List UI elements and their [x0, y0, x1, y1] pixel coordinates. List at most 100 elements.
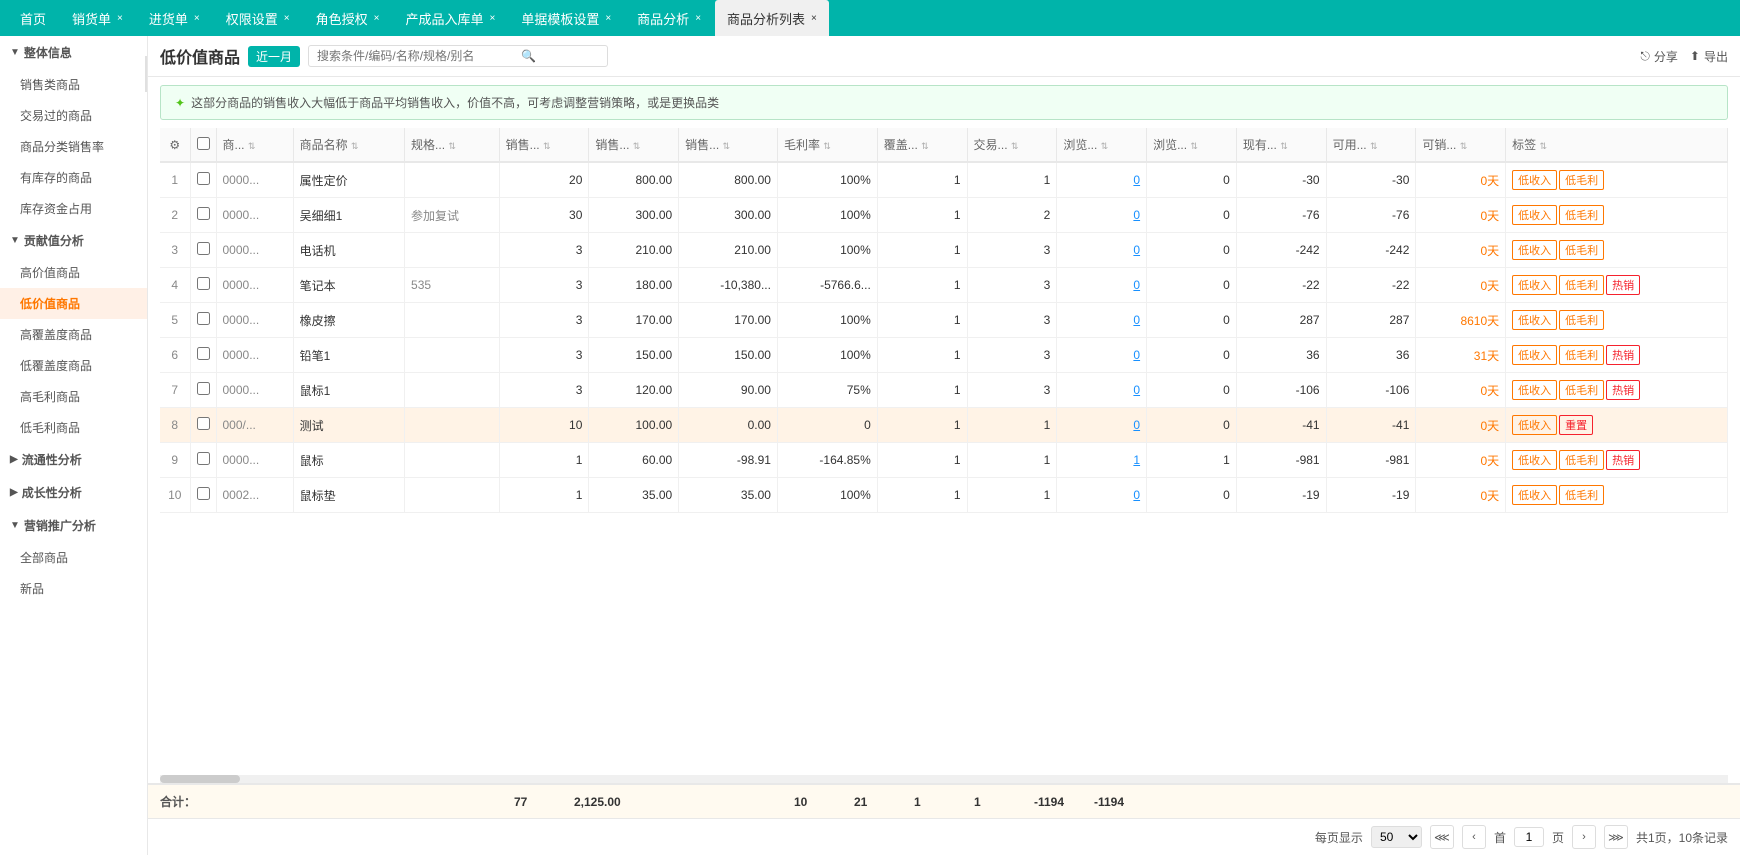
cell-browse1[interactable]: 0: [1057, 338, 1147, 373]
nav-goods-analysis-list[interactable]: 商品分析列表 ×: [715, 0, 829, 36]
cell-checkbox[interactable]: [190, 162, 216, 198]
nav-goods-analysis-list-close[interactable]: ×: [811, 13, 817, 24]
prev-page-btn[interactable]: ‹: [1462, 825, 1486, 849]
cell-checkbox[interactable]: [190, 443, 216, 478]
th-code[interactable]: 商... ⇅: [216, 128, 293, 162]
sidebar-item-high-value[interactable]: 高价值商品: [0, 257, 147, 288]
nav-product-warehouse-close[interactable]: ×: [489, 13, 495, 24]
row-checkbox[interactable]: [197, 207, 210, 220]
sidebar-item-category-sales-rate[interactable]: 商品分类销售率: [0, 131, 147, 162]
sidebar-item-high-margin[interactable]: 高毛利商品: [0, 381, 147, 412]
sidebar-item-sales-goods[interactable]: 销售类商品: [0, 69, 147, 100]
cell-checkbox[interactable]: [190, 408, 216, 443]
th-coverage[interactable]: 覆盖... ⇅: [877, 128, 967, 162]
table-row[interactable]: 5 0000... 橡皮擦 3 170.00 170.00 100% 1 3 0…: [160, 303, 1728, 338]
sidebar-item-traded-goods[interactable]: 交易过的商品: [0, 100, 147, 131]
sidebar-item-high-coverage[interactable]: 高覆盖度商品: [0, 319, 147, 350]
cell-checkbox[interactable]: [190, 303, 216, 338]
browse-link[interactable]: 0: [1133, 243, 1140, 257]
nav-purchase-close[interactable]: ×: [194, 13, 200, 24]
sidebar-group-circulation[interactable]: ▶ 流通性分析: [0, 443, 147, 476]
sidebar-item-low-margin[interactable]: 低毛利商品: [0, 412, 147, 443]
select-all-checkbox[interactable]: [197, 137, 210, 150]
cell-browse1[interactable]: 0: [1057, 198, 1147, 233]
page-input[interactable]: [1514, 827, 1544, 847]
row-checkbox[interactable]: [197, 347, 210, 360]
row-checkbox[interactable]: [197, 487, 210, 500]
th-settings[interactable]: ⚙: [160, 128, 190, 162]
th-qty[interactable]: 销售... ⇅: [499, 128, 589, 162]
cell-browse1[interactable]: 0: [1057, 162, 1147, 198]
sidebar-group-growth[interactable]: ▶ 成长性分析: [0, 476, 147, 509]
cell-browse1[interactable]: 1: [1057, 443, 1147, 478]
sidebar-item-low-coverage[interactable]: 低覆盖度商品: [0, 350, 147, 381]
th-checkbox[interactable]: [190, 128, 216, 162]
cell-checkbox[interactable]: [190, 338, 216, 373]
cell-checkbox[interactable]: [190, 233, 216, 268]
row-checkbox[interactable]: [197, 417, 210, 430]
scrollbar-thumb[interactable]: [160, 775, 240, 783]
sidebar-item-new-goods[interactable]: 新品: [0, 573, 147, 604]
cell-checkbox[interactable]: [190, 478, 216, 513]
table-row[interactable]: 1 0000... 属性定价 20 800.00 800.00 100% 1 1…: [160, 162, 1728, 198]
th-browse1[interactable]: 浏览... ⇅: [1057, 128, 1147, 162]
row-checkbox[interactable]: [197, 277, 210, 290]
browse-link[interactable]: 0: [1133, 348, 1140, 362]
export-button[interactable]: ⬆ 导出: [1690, 48, 1728, 65]
table-row[interactable]: 3 0000... 电话机 3 210.00 210.00 100% 1 3 0…: [160, 233, 1728, 268]
nav-permissions[interactable]: 权限设置 ×: [214, 0, 302, 36]
table-row[interactable]: 7 0000... 鼠标1 3 120.00 90.00 75% 1 3 0 0…: [160, 373, 1728, 408]
nav-sales[interactable]: 销货单 ×: [60, 0, 135, 36]
nav-goods-analysis-close[interactable]: ×: [695, 13, 701, 24]
nav-purchase[interactable]: 进货单 ×: [137, 0, 212, 36]
cell-browse1[interactable]: 0: [1057, 373, 1147, 408]
sidebar-item-inventory-funds[interactable]: 库存资金占用: [0, 193, 147, 224]
cell-browse1[interactable]: 0: [1057, 478, 1147, 513]
th-spec[interactable]: 规格... ⇅: [405, 128, 500, 162]
table-row[interactable]: 4 0000... 笔记本 535 3 180.00 -10,380... -5…: [160, 268, 1728, 303]
per-page-select[interactable]: 50 100: [1371, 826, 1422, 848]
search-box[interactable]: 🔍: [308, 45, 608, 67]
nav-product-warehouse[interactable]: 产成品入库单 ×: [393, 0, 507, 36]
sidebar-group-overall[interactable]: ▼ 整体信息: [0, 36, 147, 69]
date-badge[interactable]: 近一月: [248, 46, 300, 67]
browse-link[interactable]: 1: [1133, 453, 1140, 467]
nav-home[interactable]: 首页: [8, 0, 58, 36]
th-margin[interactable]: 毛利率 ⇅: [777, 128, 877, 162]
cell-browse1[interactable]: 0: [1057, 303, 1147, 338]
search-icon[interactable]: 🔍: [521, 49, 536, 63]
cell-checkbox[interactable]: [190, 373, 216, 408]
th-name[interactable]: 商品名称 ⇅: [293, 128, 404, 162]
table-row[interactable]: 2 0000... 吴细细1 参加复试 30 300.00 300.00 100…: [160, 198, 1728, 233]
th-days[interactable]: 可销... ⇅: [1416, 128, 1506, 162]
cell-browse1[interactable]: 0: [1057, 408, 1147, 443]
share-button[interactable]: ⎋ 分享: [1640, 48, 1678, 65]
browse-link[interactable]: 0: [1133, 313, 1140, 327]
th-avail[interactable]: 可用... ⇅: [1326, 128, 1416, 162]
sidebar-collapse-btn[interactable]: ‹‹: [145, 56, 148, 92]
sidebar-item-low-value[interactable]: 低价值商品: [0, 288, 147, 319]
browse-link[interactable]: 0: [1133, 418, 1140, 432]
next-page-btn[interactable]: ›: [1572, 825, 1596, 849]
nav-goods-analysis[interactable]: 商品分析 ×: [625, 0, 713, 36]
browse-link[interactable]: 0: [1133, 488, 1140, 502]
th-tags[interactable]: 标签 ⇅: [1506, 128, 1728, 162]
last-page-btn[interactable]: ⋙: [1604, 825, 1628, 849]
browse-link[interactable]: 0: [1133, 173, 1140, 187]
th-transaction[interactable]: 交易... ⇅: [967, 128, 1057, 162]
table-row[interactable]: 8 000/... 测试 10 100.00 0.00 0 1 1 0 0 -4…: [160, 408, 1728, 443]
browse-link[interactable]: 0: [1133, 278, 1140, 292]
cell-checkbox[interactable]: [190, 198, 216, 233]
row-checkbox[interactable]: [197, 452, 210, 465]
sidebar-item-all-goods[interactable]: 全部商品: [0, 542, 147, 573]
browse-link[interactable]: 0: [1133, 383, 1140, 397]
sidebar-item-inventory-goods[interactable]: 有库存的商品: [0, 162, 147, 193]
nav-permissions-close[interactable]: ×: [284, 13, 290, 24]
sidebar-group-marketing[interactable]: ▼ 营销推广分析: [0, 509, 147, 542]
browse-link[interactable]: 0: [1133, 208, 1140, 222]
row-checkbox[interactable]: [197, 382, 210, 395]
nav-role-auth-close[interactable]: ×: [374, 13, 380, 24]
sidebar-group-contribution[interactable]: ▼ 贡献值分析: [0, 224, 147, 257]
table-row[interactable]: 6 0000... 铅笔1 3 150.00 150.00 100% 1 3 0…: [160, 338, 1728, 373]
nav-template[interactable]: 单据模板设置 ×: [509, 0, 623, 36]
